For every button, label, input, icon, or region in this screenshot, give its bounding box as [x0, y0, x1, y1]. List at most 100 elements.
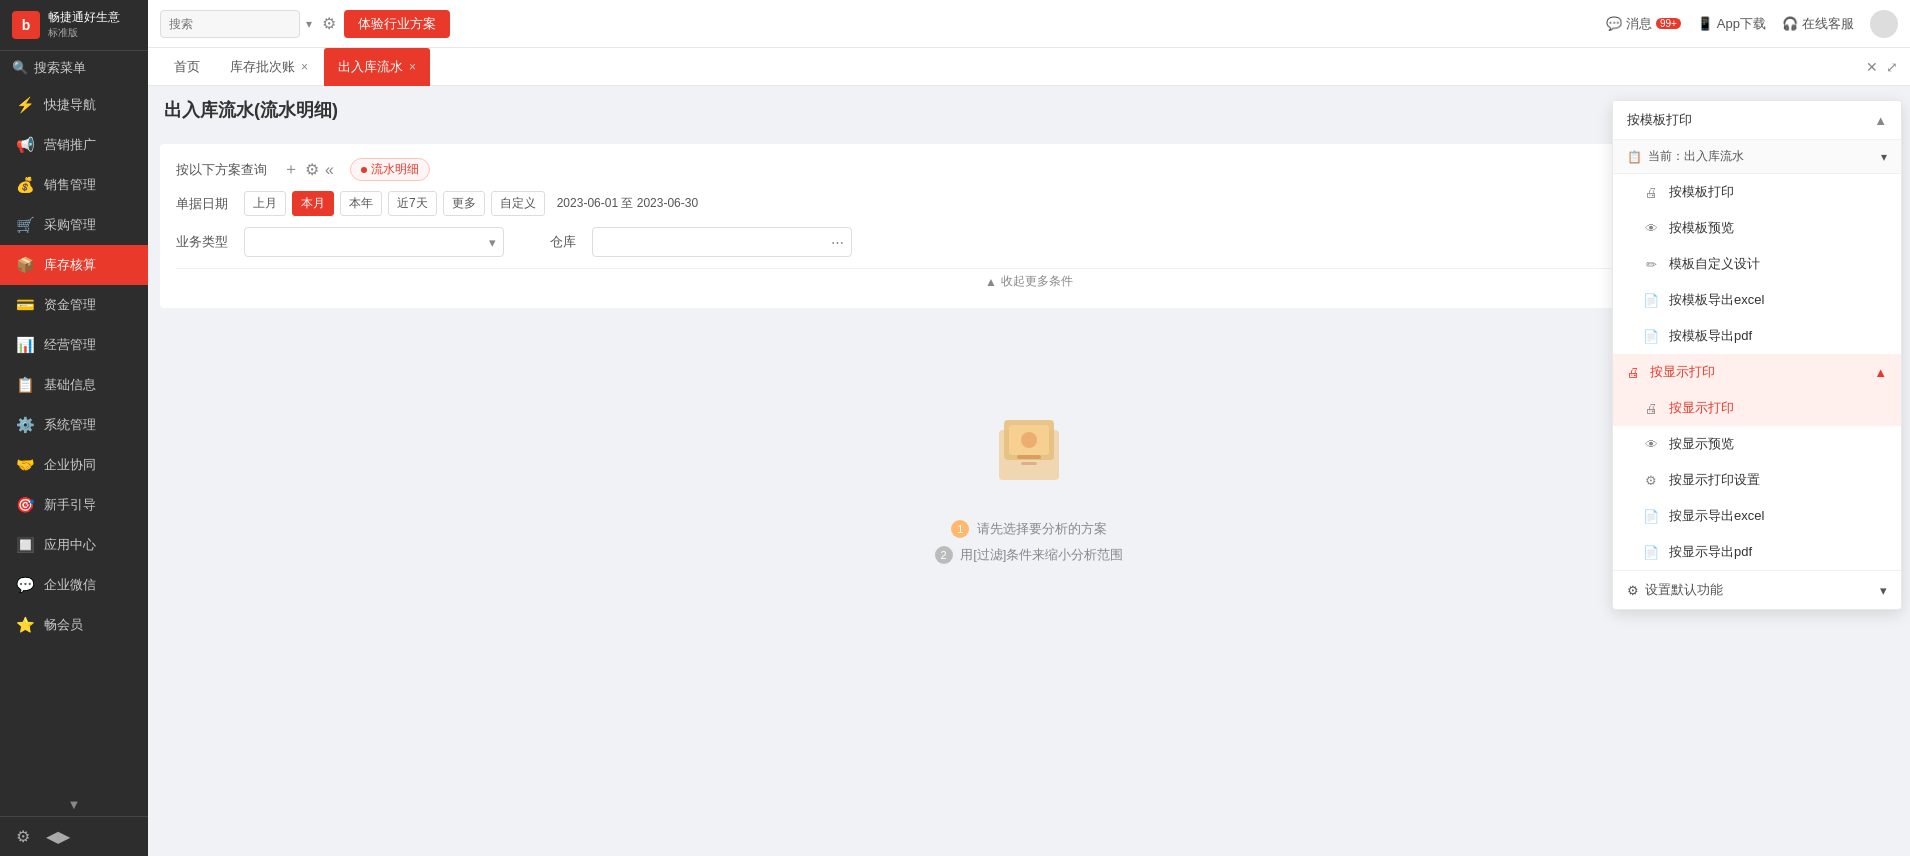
date-btn-last-month[interactable]: 上月 — [244, 191, 286, 216]
current-template-icon: 📋 — [1627, 150, 1642, 164]
dropdown-item-display-export-excel[interactable]: 📄 按显示导出excel — [1613, 498, 1901, 534]
sidebar-item-guide[interactable]: 🎯 新手引导 — [0, 485, 148, 525]
dropdown-item-display-print[interactable]: 🖨 按显示打印 — [1613, 390, 1901, 426]
date-btn-custom[interactable]: 自定义 — [491, 191, 545, 216]
date-btn-7days[interactable]: 近7天 — [388, 191, 437, 216]
sidebar-item-operation[interactable]: 📊 经营管理 — [0, 325, 148, 365]
tab-inventory-flow[interactable]: 出入库流水 × — [324, 48, 430, 86]
sidebar-item-label: 企业协同 — [44, 456, 96, 474]
header-right: 💬 消息 99+ 📱 App下载 🎧 在线客服 — [1606, 10, 1898, 38]
dropdown-item-template-print[interactable]: 🖨 按模板打印 — [1613, 174, 1901, 210]
tab-close-all-icon[interactable]: ✕ — [1866, 59, 1878, 75]
settings-bottom-icon[interactable]: ⚙ — [16, 827, 30, 846]
date-btn-this-month[interactable]: 本月 — [292, 191, 334, 216]
empty-tip-2: 2 用[过滤]条件来缩小分析范围 — [935, 542, 1124, 568]
template-preview-icon: 👁 — [1643, 220, 1659, 236]
tab-batch-account-close[interactable]: × — [301, 60, 308, 74]
display-pdf-icon: 📄 — [1643, 544, 1659, 560]
dropdown-item-template-export-pdf[interactable]: 📄 按模板导出pdf — [1613, 318, 1901, 354]
dropdown-item-template-preview[interactable]: 👁 按模板预览 — [1613, 210, 1901, 246]
tabs-bar: 首页 库存批次账 × 出入库流水 × ✕ ⤢ — [148, 48, 1910, 86]
sidebar-item-inventory[interactable]: 📦 库存核算 — [0, 245, 148, 285]
dropdown-footer[interactable]: ⚙ 设置默认功能 ▾ — [1613, 570, 1901, 609]
wechat-icon: 💬 — [16, 576, 34, 594]
header-gear-icon[interactable]: ⚙ — [322, 14, 336, 33]
date-group: 上月 本月 本年 近7天 更多 自定义 2023-06-01 至 2023-06… — [244, 191, 698, 216]
page-title: 出入库流水(流水明细) — [160, 98, 342, 122]
sidebar-item-finance[interactable]: 💳 资金管理 — [0, 285, 148, 325]
sidebar-item-marketing[interactable]: 📢 营销推广 — [0, 125, 148, 165]
display-preview-icon: 👁 — [1643, 436, 1659, 452]
sidebar-scroll-down[interactable]: ▼ — [0, 793, 148, 816]
display-section-icon: 🖨 — [1627, 365, 1640, 380]
warehouse-label: 仓库 — [550, 233, 576, 251]
industry-solution-button[interactable]: 体验行业方案 — [344, 10, 450, 38]
app-logo-icon: b — [12, 11, 40, 39]
sidebar-item-system[interactable]: ⚙️ 系统管理 — [0, 405, 148, 445]
template-print-label: 按模板打印 — [1669, 183, 1734, 201]
quick-nav-icon: ⚡ — [16, 96, 34, 114]
header-message[interactable]: 💬 消息 99+ — [1606, 15, 1681, 33]
sidebar-logo: b 畅捷通好生意 标准版 — [0, 0, 148, 51]
header-online-service[interactable]: 🎧 在线客服 — [1782, 15, 1854, 33]
filter-collapse-icon[interactable]: « — [325, 161, 334, 179]
biz-type-select[interactable] — [244, 227, 504, 257]
user-avatar[interactable] — [1870, 10, 1898, 38]
footer-label: 设置默认功能 — [1645, 581, 1723, 599]
template-custom-icon: ✏ — [1643, 256, 1659, 272]
sidebar-item-label: 新手引导 — [44, 496, 96, 514]
sidebar-item-label: 库存核算 — [44, 256, 96, 274]
header-search-dropdown-icon[interactable]: ▾ — [306, 17, 312, 31]
sidebar-item-label: 采购管理 — [44, 216, 96, 234]
sidebar-item-collab[interactable]: 🤝 企业协同 — [0, 445, 148, 485]
tab-maximize-icon[interactable]: ⤢ — [1886, 59, 1898, 75]
sidebar-item-label: 快捷导航 — [44, 96, 96, 114]
collapse-sidebar-icon[interactable]: ◀▶ — [46, 827, 70, 846]
filter-tag-label: 流水明细 — [371, 161, 419, 178]
display-print-icon: 🖨 — [1643, 400, 1659, 416]
warehouse-select[interactable] — [592, 227, 852, 257]
display-excel-label: 按显示导出excel — [1669, 507, 1764, 525]
display-print-section-header[interactable]: 🖨 按显示打印 ▲ — [1613, 354, 1901, 390]
app-name: 畅捷通好生意 — [48, 10, 120, 26]
header-app-download[interactable]: 📱 App下载 — [1697, 15, 1766, 33]
template-excel-icon: 📄 — [1643, 292, 1659, 308]
sidebar-item-label: 畅会员 — [44, 616, 83, 634]
tip-number-1: 1 — [951, 520, 969, 538]
dropdown-chevron-up-icon[interactable]: ▲ — [1874, 113, 1887, 128]
tab-home[interactable]: 首页 — [160, 48, 214, 86]
filter-tag-flow[interactable]: 流水明细 — [350, 158, 430, 181]
sidebar-item-purchase[interactable]: 🛒 采购管理 — [0, 205, 148, 245]
display-print-label: 按显示打印 — [1669, 399, 1734, 417]
sidebar-item-wechat[interactable]: 💬 企业微信 — [0, 565, 148, 605]
dropdown-item-display-preview[interactable]: 👁 按显示预览 — [1613, 426, 1901, 462]
dropdown-item-display-export-pdf[interactable]: 📄 按显示导出pdf — [1613, 534, 1901, 570]
sidebar-item-apps[interactable]: 🔲 应用中心 — [0, 525, 148, 565]
filter-action-icons: ＋ ⚙ « — [283, 159, 334, 180]
search-icon: 🔍 — [12, 60, 28, 75]
app-download-label: App下载 — [1717, 15, 1766, 33]
tab-batch-account[interactable]: 库存批次账 × — [216, 48, 322, 86]
sidebar-item-sales[interactable]: 💰 销售管理 — [0, 165, 148, 205]
dropdown-item-template-custom[interactable]: ✏ 模板自定义设计 — [1613, 246, 1901, 282]
svg-rect-5 — [1021, 462, 1037, 465]
sidebar-item-label: 企业微信 — [44, 576, 96, 594]
header: ▾ ⚙ 体验行业方案 💬 消息 99+ 📱 App下载 🎧 在线客服 — [148, 0, 1910, 48]
current-template-chevron[interactable]: ▾ — [1881, 150, 1887, 164]
sidebar: b 畅捷通好生意 标准版 🔍 搜索菜单 ⚡ 快捷导航 📢 营销推广 💰 销售管理… — [0, 0, 148, 856]
sidebar-item-quick-nav[interactable]: ⚡ 快捷导航 — [0, 85, 148, 125]
dropdown-sub-header: 📋 当前：出入库流水 ▾ — [1613, 140, 1901, 174]
sidebar-item-member[interactable]: ⭐ 畅会员 — [0, 605, 148, 645]
dropdown-item-template-export-excel[interactable]: 📄 按模板导出excel — [1613, 282, 1901, 318]
dropdown-item-display-print-settings[interactable]: ⚙ 按显示打印设置 — [1613, 462, 1901, 498]
filter-add-icon[interactable]: ＋ — [283, 159, 299, 180]
sidebar-item-basic[interactable]: 📋 基础信息 — [0, 365, 148, 405]
sidebar-search[interactable]: 🔍 搜索菜单 — [0, 51, 148, 85]
sidebar-item-label: 营销推广 — [44, 136, 96, 154]
filter-settings-icon[interactable]: ⚙ — [305, 160, 319, 179]
svg-rect-4 — [1017, 455, 1041, 459]
tab-inventory-flow-close[interactable]: × — [409, 60, 416, 74]
date-btn-this-year[interactable]: 本年 — [340, 191, 382, 216]
header-search-input[interactable] — [160, 10, 300, 38]
date-btn-more[interactable]: 更多 — [443, 191, 485, 216]
